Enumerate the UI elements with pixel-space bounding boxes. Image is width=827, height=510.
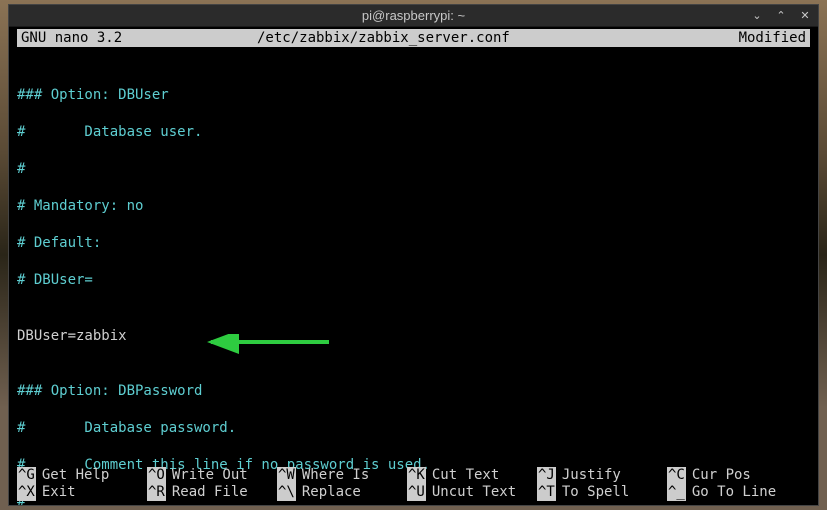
shortcut-to-spell[interactable]: ^TTo Spell: [537, 484, 667, 501]
editor-line: ### Option: DBUser: [17, 86, 810, 105]
shortcut-uncut-text[interactable]: ^UUncut Text: [407, 484, 537, 501]
nano-version: GNU nano 3.2: [17, 29, 257, 47]
shortcut-read-file[interactable]: ^RRead File: [147, 484, 277, 501]
terminal-window: pi@raspberrypi: ~ ⌄ ⌃ ✕ GNU nano 3.2 /et…: [8, 4, 819, 506]
editor-line: # Database user.: [17, 123, 810, 142]
editor-line: #: [17, 160, 810, 179]
shortcut-get-help[interactable]: ^GGet Help: [17, 467, 147, 484]
window-title: pi@raspberrypi: ~: [362, 8, 465, 23]
shortcut-replace[interactable]: ^\Replace: [277, 484, 407, 501]
minimize-button[interactable]: ⌄: [750, 9, 764, 22]
shortcut-row: ^XExit ^RRead File ^\Replace ^UUncut Tex…: [17, 484, 810, 501]
window-controls: ⌄ ⌃ ✕: [750, 9, 812, 22]
nano-shortcuts: ^GGet Help ^OWrite Out ^WWhere Is ^KCut …: [17, 467, 810, 501]
nano-filepath: /etc/zabbix/zabbix_server.conf: [257, 29, 739, 47]
shortcut-justify[interactable]: ^JJustify: [537, 467, 667, 484]
editor-content[interactable]: ### Option: DBUser # Database user. # # …: [17, 47, 810, 505]
editor-line: # Database password.: [17, 419, 810, 438]
shortcut-cur-pos[interactable]: ^CCur Pos: [667, 467, 797, 484]
shortcut-go-to-line[interactable]: ^_Go To Line: [667, 484, 797, 501]
editor-line: # Default:: [17, 234, 810, 253]
shortcut-row: ^GGet Help ^OWrite Out ^WWhere Is ^KCut …: [17, 467, 810, 484]
editor-line: # DBUser=: [17, 271, 810, 290]
editor-line: DBUser=zabbix: [17, 327, 810, 346]
editor-line: ### Option: DBPassword: [17, 382, 810, 401]
nano-status: Modified: [739, 29, 810, 47]
shortcut-where-is[interactable]: ^WWhere Is: [277, 467, 407, 484]
shortcut-write-out[interactable]: ^OWrite Out: [147, 467, 277, 484]
shortcut-cut-text[interactable]: ^KCut Text: [407, 467, 537, 484]
terminal-body[interactable]: GNU nano 3.2 /etc/zabbix/zabbix_server.c…: [9, 27, 818, 505]
maximize-button[interactable]: ⌃: [774, 9, 788, 22]
nano-header: GNU nano 3.2 /etc/zabbix/zabbix_server.c…: [17, 29, 810, 47]
editor-line: # Mandatory: no: [17, 197, 810, 216]
titlebar[interactable]: pi@raspberrypi: ~ ⌄ ⌃ ✕: [9, 5, 818, 27]
close-button[interactable]: ✕: [798, 9, 812, 22]
shortcut-exit[interactable]: ^XExit: [17, 484, 147, 501]
